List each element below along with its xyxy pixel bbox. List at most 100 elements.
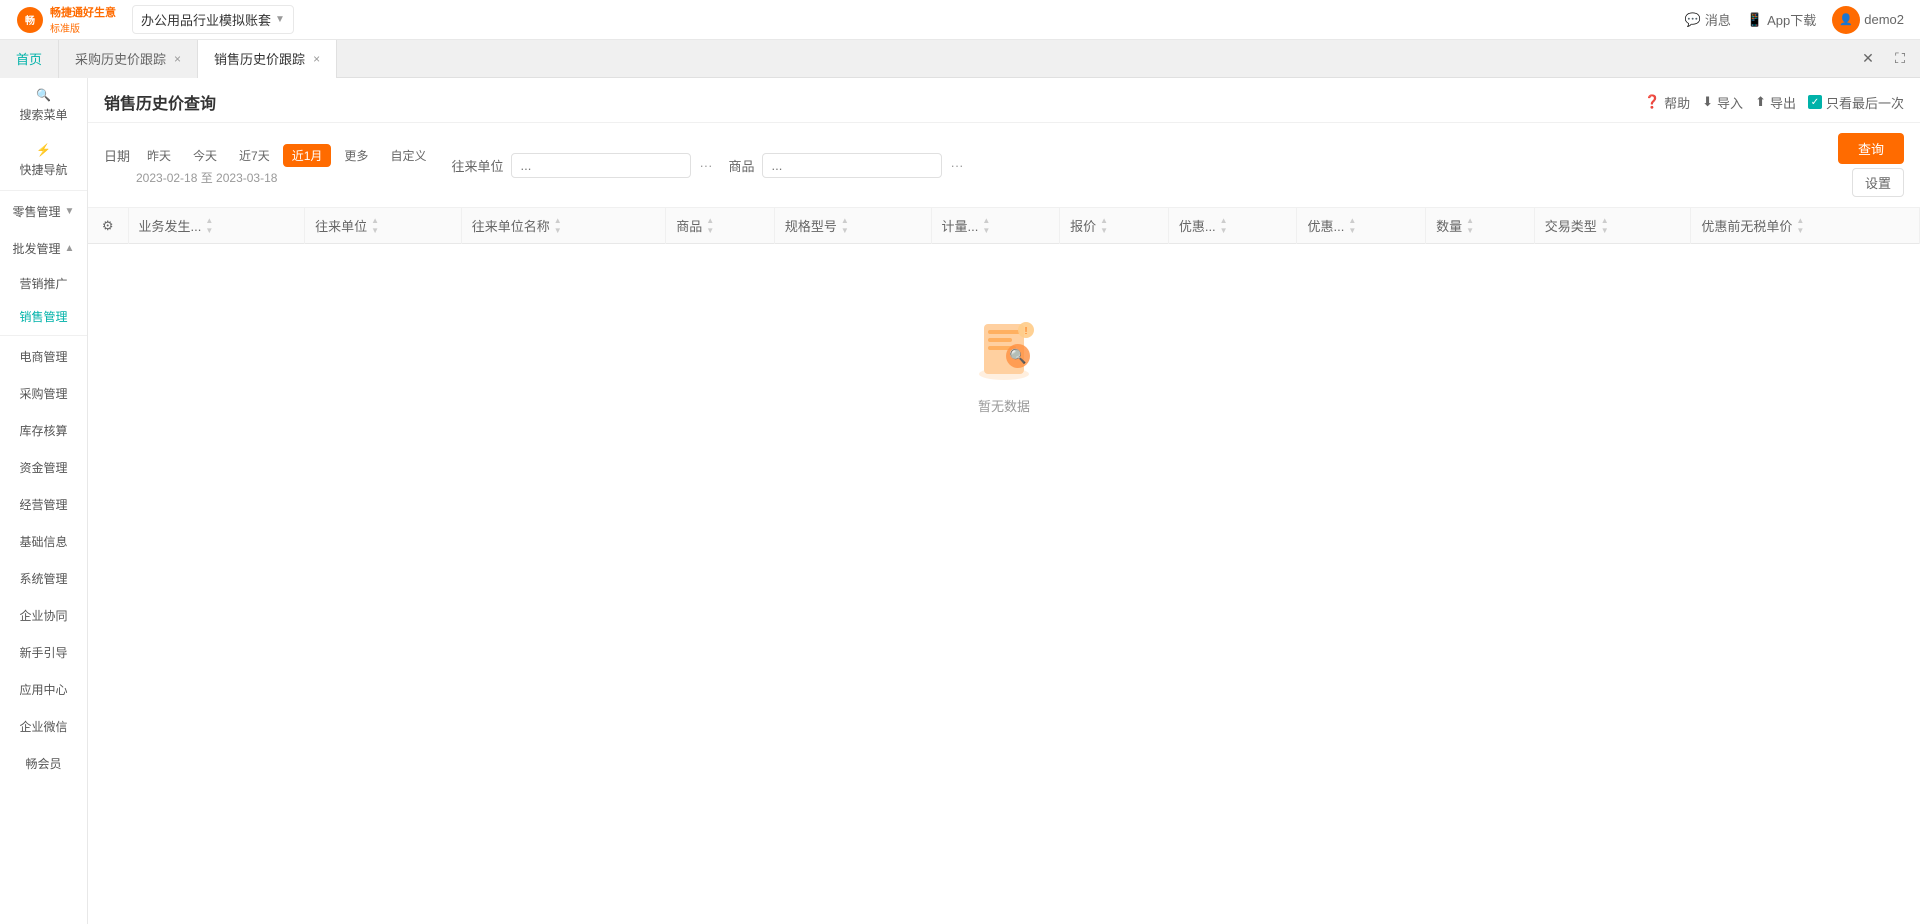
tab-sales-history[interactable]: 销售历史价跟踪 × bbox=[198, 40, 337, 78]
message-label: 消息 bbox=[1705, 10, 1731, 29]
sales-history-tab-close[interactable]: × bbox=[313, 52, 320, 66]
product-input[interactable] bbox=[762, 153, 942, 178]
date-btn-more[interactable]: 更多 bbox=[335, 144, 377, 167]
product-more-icon[interactable]: ··· bbox=[950, 158, 963, 173]
sidebar-item-marketing-promo[interactable]: 营销推广 bbox=[0, 267, 87, 300]
export-button[interactable]: ⬆ 导出 bbox=[1755, 93, 1796, 112]
sidebar-item-quick-nav[interactable]: ⚡ 快捷导航 bbox=[0, 133, 87, 188]
sort-icon-spec: ▲▼ bbox=[841, 216, 849, 235]
purchase-history-tab-close[interactable]: × bbox=[174, 52, 181, 66]
gear-icon: ⚙ bbox=[102, 218, 114, 233]
sidebar-item-operations-mgmt-label: 经营管理 bbox=[19, 496, 67, 513]
query-button[interactable]: 查询 bbox=[1838, 133, 1904, 164]
table-col-trade-type[interactable]: 交易类型 ▲▼ bbox=[1534, 208, 1691, 244]
sort-icon-pre-tax-price: ▲▼ bbox=[1796, 216, 1804, 235]
content-area: 销售历史价查询 ❓ 帮助 ⬇ 导入 ⬆ 导出 ✓ bbox=[88, 78, 1920, 924]
app-download-label: App下载 bbox=[1767, 10, 1816, 29]
table-col-partner-name[interactable]: 往来单位名称 ▲▼ bbox=[461, 208, 666, 244]
purchase-history-tab-label: 采购历史价跟踪 bbox=[75, 49, 166, 68]
sidebar-item-sales-mgmt[interactable]: 销售管理 bbox=[0, 300, 87, 333]
sidebar-item-system-mgmt-label: 系统管理 bbox=[19, 570, 67, 587]
sidebar-item-newcomer-guide[interactable]: 新手引导 bbox=[0, 634, 87, 671]
partner-label: 往来单位 bbox=[451, 156, 503, 175]
sidebar-item-purchase-mgmt-label: 采购管理 bbox=[19, 385, 67, 402]
table-col-discount1[interactable]: 优惠... ▲▼ bbox=[1168, 208, 1297, 244]
sidebar-item-system-mgmt[interactable]: 系统管理 bbox=[0, 560, 87, 597]
sidebar-item-inventory-calc[interactable]: 库存核算 bbox=[0, 412, 87, 449]
sidebar-item-wholesale-mgmt-label: 批发管理 bbox=[13, 240, 61, 257]
tab-purchase-history[interactable]: 采购历史价跟踪 × bbox=[59, 40, 198, 78]
table-col-partner-code[interactable]: 往来单位 ▲▼ bbox=[305, 208, 462, 244]
app-selector[interactable]: 办公用品行业模拟账套 ▼ bbox=[132, 5, 294, 34]
sidebar-item-inventory-calc-label: 库存核算 bbox=[19, 422, 67, 439]
date-btn-1month[interactable]: 近1月 bbox=[283, 144, 332, 167]
date-btn-7days[interactable]: 近7天 bbox=[230, 144, 279, 167]
date-btn-today[interactable]: 今天 bbox=[184, 144, 226, 167]
export-label: 导出 bbox=[1770, 93, 1796, 112]
sidebar: 🔍 搜索菜单 ⚡ 快捷导航 零售管理 ▼ 批发管理 ▲ 营销推广 销售管理 电商… bbox=[0, 78, 88, 924]
sort-icon-quoted-price: ▲▼ bbox=[1100, 216, 1108, 235]
empty-text: 暂无数据 bbox=[978, 396, 1030, 415]
app-selector-label: 办公用品行业模拟账套 bbox=[141, 10, 271, 29]
sidebar-item-enterprise-wechat[interactable]: 企业微信 bbox=[0, 708, 87, 745]
app-download-action[interactable]: 📱 App下载 bbox=[1747, 10, 1816, 29]
partner-input[interactable] bbox=[511, 153, 691, 178]
table-col-pre-tax-price[interactable]: 优惠前无税单价 ▲▼ bbox=[1691, 208, 1920, 244]
sort-icon-trade-type: ▲▼ bbox=[1601, 216, 1609, 235]
date-filter-group: 日期 昨天 今天 近7天 近1月 更多 自定义 2023-02-18 至 202… bbox=[104, 144, 435, 186]
sidebar-item-operations-mgmt[interactable]: 经营管理 bbox=[0, 486, 87, 523]
date-range-row: 2023-02-18 至 2023-03-18 bbox=[132, 169, 435, 186]
sidebar-item-search-menu[interactable]: 🔍 搜索菜单 bbox=[0, 78, 87, 133]
sidebar-item-ecommerce-mgmt[interactable]: 电商管理 bbox=[0, 338, 87, 375]
help-label: 帮助 bbox=[1664, 93, 1690, 112]
sidebar-item-newcomer-guide-label: 新手引导 bbox=[19, 644, 67, 661]
table-col-spec[interactable]: 规格型号 ▲▼ bbox=[774, 208, 931, 244]
settings-button[interactable]: 设置 bbox=[1852, 168, 1904, 197]
avatar: 👤 bbox=[1832, 6, 1860, 34]
sales-history-tab-label: 销售历史价跟踪 bbox=[214, 49, 305, 68]
table-col-biz-date[interactable]: 业务发生... ▲▼ bbox=[128, 208, 305, 244]
table-col-product[interactable]: 商品 ▲▼ bbox=[666, 208, 775, 244]
sidebar-item-enterprise-coop-label: 企业协同 bbox=[19, 607, 67, 624]
logo-text: 畅捷通好生意 标准版 bbox=[50, 4, 116, 35]
sidebar-item-sales-mgmt-label: 销售管理 bbox=[19, 310, 67, 324]
quick-nav-icon: ⚡ bbox=[36, 143, 51, 157]
sidebar-item-wholesale-mgmt[interactable]: 批发管理 ▲ bbox=[0, 230, 87, 267]
sidebar-item-capital-mgmt[interactable]: 资金管理 bbox=[0, 449, 87, 486]
sidebar-item-capital-mgmt-label: 资金管理 bbox=[19, 459, 67, 476]
sidebar-item-member[interactable]: 畅会员 bbox=[0, 745, 87, 782]
table-col-quantity[interactable]: 数量 ▲▼ bbox=[1426, 208, 1535, 244]
close-window-button[interactable]: ✕ bbox=[1856, 47, 1880, 71]
table-col-unit[interactable]: 计量... ▲▼ bbox=[931, 208, 1060, 244]
svg-text:畅: 畅 bbox=[25, 14, 35, 27]
table-col-discount2[interactable]: 优惠... ▲▼ bbox=[1297, 208, 1426, 244]
sidebar-item-basic-info-label: 基础信息 bbox=[19, 533, 67, 550]
sidebar-item-ecommerce-mgmt-label: 电商管理 bbox=[19, 348, 67, 365]
sidebar-item-retail-mgmt[interactable]: 零售管理 ▼ bbox=[0, 193, 87, 230]
chevron-down-icon: ▼ bbox=[275, 14, 285, 25]
sidebar-item-app-center[interactable]: 应用中心 bbox=[0, 671, 87, 708]
header-left: 畅 畅捷通好生意 标准版 办公用品行业模拟账套 ▼ bbox=[16, 4, 294, 35]
sidebar-item-purchase-mgmt[interactable]: 采购管理 bbox=[0, 375, 87, 412]
sidebar-item-enterprise-coop[interactable]: 企业协同 bbox=[0, 597, 87, 634]
message-icon: 💬 bbox=[1685, 12, 1701, 28]
help-button[interactable]: ❓ 帮助 bbox=[1644, 93, 1690, 112]
import-icon: ⬇ bbox=[1702, 94, 1713, 110]
sort-icon-discount2: ▲▼ bbox=[1348, 216, 1356, 235]
sidebar-item-basic-info[interactable]: 基础信息 bbox=[0, 523, 87, 560]
user-action[interactable]: 👤 demo2 bbox=[1832, 6, 1904, 34]
tab-bar-right: ✕ ⛶ bbox=[1856, 47, 1920, 71]
help-icon: ❓ bbox=[1644, 94, 1660, 110]
table-col-gear[interactable]: ⚙ bbox=[88, 208, 128, 244]
date-btn-yesterday[interactable]: 昨天 bbox=[138, 144, 180, 167]
only-last-checkbox[interactable]: ✓ 只看最后一次 bbox=[1808, 93, 1904, 112]
table-col-quoted-price[interactable]: 报价 ▲▼ bbox=[1060, 208, 1169, 244]
date-btn-custom[interactable]: 自定义 bbox=[381, 144, 435, 167]
message-action[interactable]: 💬 消息 bbox=[1685, 10, 1731, 29]
import-button[interactable]: ⬇ 导入 bbox=[1702, 93, 1743, 112]
sidebar-item-app-center-label: 应用中心 bbox=[19, 681, 67, 698]
partner-more-icon[interactable]: ··· bbox=[699, 158, 712, 173]
fullscreen-button[interactable]: ⛶ bbox=[1888, 47, 1912, 71]
sort-icon-discount1: ▲▼ bbox=[1220, 216, 1228, 235]
tab-home[interactable]: 首页 bbox=[0, 40, 59, 78]
